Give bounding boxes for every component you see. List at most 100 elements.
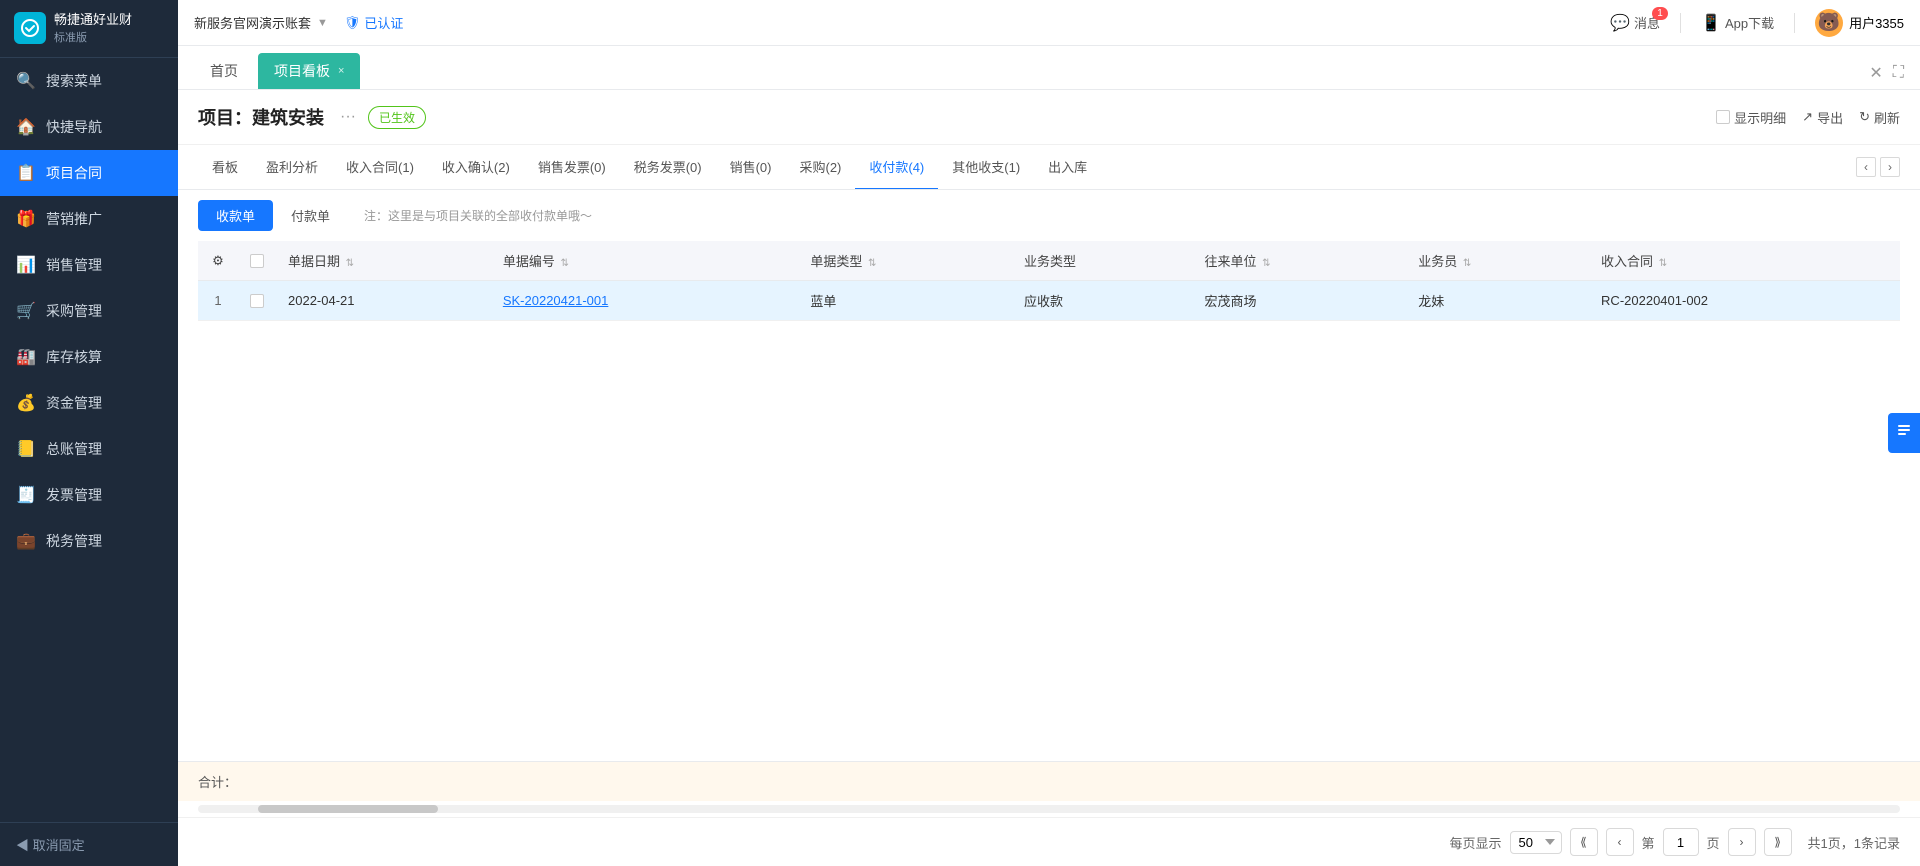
sidebar-item-quick-nav[interactable]: 🏠 快捷导航: [0, 104, 178, 150]
sidebar-unpin-button[interactable]: ◀ 取消固定: [0, 822, 178, 866]
show-detail-checkbox[interactable]: [1716, 110, 1730, 124]
th-gear[interactable]: ⚙: [198, 241, 238, 281]
sales-icon: 📊: [16, 255, 36, 275]
sort-staff-icon: ⇅: [1463, 258, 1471, 269]
tab-close-button[interactable]: ×: [338, 65, 344, 77]
sort-date-icon: ⇅: [346, 258, 354, 269]
search-icon: 🔍: [16, 71, 36, 91]
nav-tab-profit[interactable]: 盈利分析: [252, 145, 332, 190]
td-type: 蓝单: [798, 281, 1012, 321]
sidebar-item-tax-mgmt[interactable]: 💼 税务管理: [0, 518, 178, 564]
project-more-button[interactable]: ···: [340, 108, 356, 126]
doc-number-link[interactable]: SK-20220421-001: [503, 293, 609, 308]
user-menu-button[interactable]: 🐻 用户3355: [1815, 9, 1904, 37]
sub-tab-receipt[interactable]: 收款单: [198, 200, 273, 231]
nav-tab-purchase[interactable]: 采购(2): [785, 145, 855, 190]
sidebar-item-purchase-mgmt[interactable]: 🛒 采购管理: [0, 288, 178, 334]
per-page-select[interactable]: 50 20 100: [1510, 831, 1562, 854]
tab-home[interactable]: 首页: [194, 53, 254, 89]
window-expand-button[interactable]: ⛶: [1893, 64, 1904, 82]
nav-tab-kanban[interactable]: 看板: [198, 145, 252, 190]
topbar-right: 💬 消息 1 📱 App下载 🐻 用户3355: [1610, 9, 1904, 37]
per-page-label: 每页显示: [1449, 833, 1501, 852]
tax-icon: 💼: [16, 531, 36, 551]
sidebar-footer-label: ◀ 取消固定: [16, 835, 85, 854]
nav-tab-next-button[interactable]: ›: [1880, 157, 1900, 177]
marketing-icon: 🎁: [16, 209, 36, 229]
nav-tab-income-confirm[interactable]: 收入确认(2): [428, 145, 524, 190]
sidebar-item-inventory[interactable]: 🏭 库存核算: [0, 334, 178, 380]
row-checkbox[interactable]: [250, 294, 264, 308]
nav-tab-income-contract[interactable]: 收入合同(1): [332, 145, 428, 190]
th-date[interactable]: 单据日期 ⇅: [276, 241, 491, 281]
window-close-button[interactable]: ✕: [1869, 63, 1882, 83]
message-button[interactable]: 💬 消息 1: [1610, 13, 1660, 33]
refresh-icon: ↻: [1859, 109, 1870, 125]
show-detail-label: 显示明细: [1734, 108, 1786, 127]
th-biz-type[interactable]: 业务类型: [1012, 241, 1192, 281]
nav-tab-sales-invoice[interactable]: 销售发票(0): [524, 145, 620, 190]
inventory-icon: 🏭: [16, 347, 36, 367]
tab-active-label: 项目看板: [274, 61, 330, 81]
account-name: 新服务官网演示账套: [194, 13, 311, 32]
page-last-button[interactable]: ⟫: [1764, 828, 1792, 856]
message-badge: 1: [1652, 7, 1668, 20]
th-type[interactable]: 单据类型 ⇅: [798, 241, 1012, 281]
page-prev-button[interactable]: ‹: [1606, 828, 1634, 856]
show-detail-checkbox-wrapper[interactable]: 显示明细: [1716, 108, 1786, 127]
sidebar-item-search[interactable]: 🔍 搜索菜单: [0, 58, 178, 104]
right-panel-button[interactable]: [1888, 413, 1920, 453]
sidebar-item-label: 库存核算: [46, 347, 102, 367]
sort-contract-icon: ⇅: [1659, 258, 1667, 269]
export-button[interactable]: ↗ 导出: [1802, 108, 1843, 127]
th-number[interactable]: 单据编号 ⇅: [491, 241, 798, 281]
nav-tab-sales[interactable]: 销售(0): [716, 145, 786, 190]
scrollbar-track[interactable]: [198, 805, 1900, 813]
header-checkbox[interactable]: [250, 254, 264, 268]
nav-tab-receive-payment[interactable]: 收付款(4): [855, 145, 938, 190]
data-table: ⚙ 单据日期 ⇅ 单据编号 ⇅: [198, 241, 1900, 321]
nav-tab-inout-storage[interactable]: 出入库: [1034, 145, 1101, 190]
sidebar-item-ledger[interactable]: 📒 总账管理: [0, 426, 178, 472]
th-staff[interactable]: 业务员 ⇅: [1406, 241, 1589, 281]
tab-home-label: 首页: [210, 61, 238, 81]
sidebar-item-sales-mgmt[interactable]: 📊 销售管理: [0, 242, 178, 288]
gear-icon[interactable]: ⚙: [212, 253, 224, 268]
sidebar-item-marketing[interactable]: 🎁 营销推广: [0, 196, 178, 242]
sidebar-item-label: 营销推广: [46, 209, 102, 229]
sort-partner-icon: ⇅: [1262, 258, 1270, 269]
tab-project-kanban[interactable]: 项目看板 ×: [258, 53, 360, 89]
sidebar-item-fund-mgmt[interactable]: 💰 资金管理: [0, 380, 178, 426]
logo-icon: [14, 12, 46, 44]
page-number-input[interactable]: [1663, 828, 1699, 856]
nav-tab-prev-button[interactable]: ‹: [1856, 157, 1876, 177]
export-icon: ↗: [1802, 109, 1813, 125]
table-scrollbar[interactable]: [178, 801, 1920, 817]
td-number[interactable]: SK-20220421-001: [491, 281, 798, 321]
sidebar-item-project-contract[interactable]: 📋 项目合同: [0, 150, 178, 196]
th-checkbox[interactable]: [238, 241, 276, 281]
ledger-icon: 📒: [16, 439, 36, 459]
page-next-button[interactable]: ›: [1728, 828, 1756, 856]
topbar-account: 新服务官网演示账套 ▼ 🛡 已认证: [194, 13, 1610, 32]
td-checkbox[interactable]: [238, 281, 276, 321]
refresh-button[interactable]: ↻ 刷新: [1859, 108, 1900, 127]
app-download-button[interactable]: 📱 App下载: [1701, 13, 1774, 33]
sidebar-logo: 畅捷通好业财 标准版: [0, 0, 178, 58]
th-partner[interactable]: 往来单位 ⇅: [1192, 241, 1406, 281]
page-first-button[interactable]: ⟪: [1570, 828, 1598, 856]
table-row[interactable]: 1 2022-04-21 SK-20220421-001 蓝单 应收款 宏茂商场…: [198, 281, 1900, 321]
nav-tab-tax-invoice[interactable]: 税务发票(0): [620, 145, 716, 190]
scrollbar-thumb[interactable]: [258, 805, 438, 813]
sidebar-item-invoice-mgmt[interactable]: 🧾 发票管理: [0, 472, 178, 518]
sidebar-item-label: 税务管理: [46, 531, 102, 551]
user-name: 用户3355: [1849, 13, 1904, 32]
topbar: 新服务官网演示账套 ▼ 🛡 已认证 💬 消息 1 📱 App下载 🐻 用户335…: [178, 0, 1920, 46]
home-icon: 🏠: [16, 117, 36, 137]
sidebar: 畅捷通好业财 标准版 🔍 搜索菜单 🏠 快捷导航 📋 项目合同 🎁 营销推广 📊…: [0, 0, 178, 866]
nav-tab-other-income[interactable]: 其他收支(1): [938, 145, 1034, 190]
sub-tab-payment[interactable]: 付款单: [273, 200, 348, 231]
th-income-contract[interactable]: 收入合同 ⇅: [1589, 241, 1900, 281]
account-dropdown-icon[interactable]: ▼: [317, 17, 328, 29]
project-title: 项目：建筑安装: [198, 104, 324, 130]
